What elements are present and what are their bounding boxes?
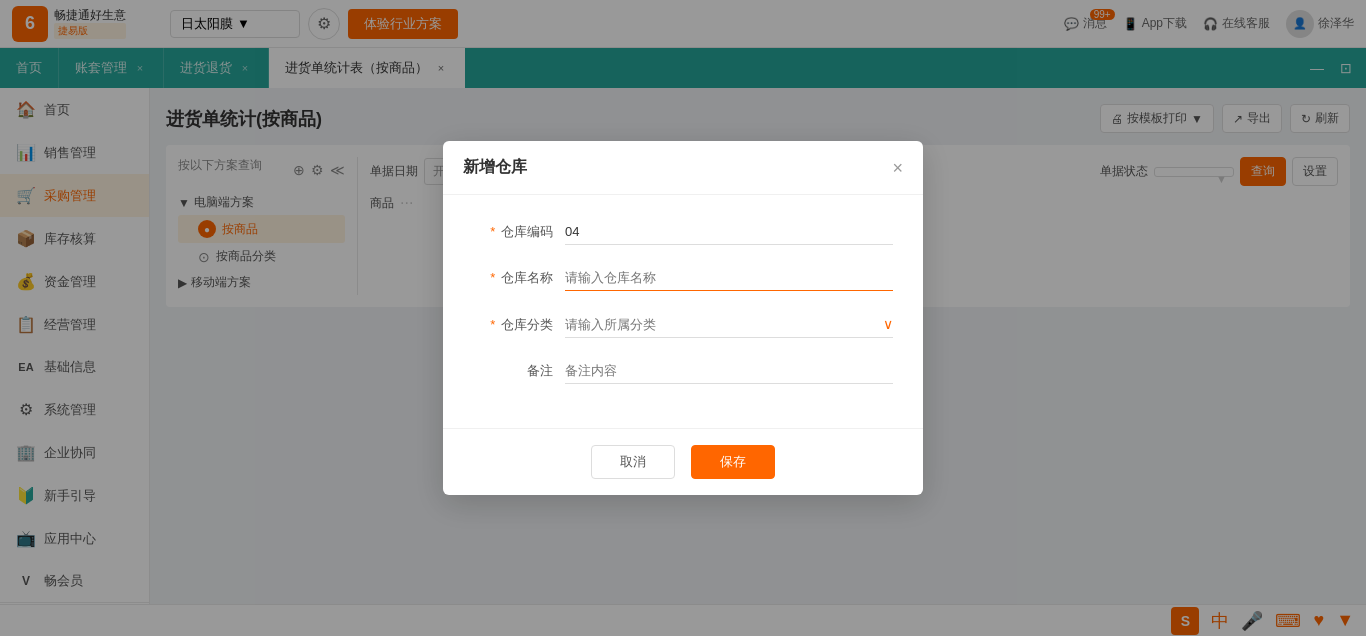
category-dropdown-arrow[interactable]: ∨ bbox=[883, 316, 893, 332]
form-row-code: * 仓库编码 bbox=[473, 219, 893, 245]
modal-body: * 仓库编码 * 仓库名称 * 仓库分类 ∨ bbox=[443, 195, 923, 428]
new-warehouse-modal: 新增仓库 × * 仓库编码 * 仓库名称 * 仓库分类 bbox=[443, 141, 923, 495]
form-row-remark: 备注 bbox=[473, 358, 893, 384]
save-button[interactable]: 保存 bbox=[691, 445, 775, 479]
modal-header: 新增仓库 × bbox=[443, 141, 923, 195]
form-row-category: * 仓库分类 ∨ bbox=[473, 311, 893, 338]
code-label: * 仓库编码 bbox=[473, 223, 553, 241]
name-label: * 仓库名称 bbox=[473, 269, 553, 287]
category-select[interactable]: ∨ bbox=[565, 311, 893, 338]
remark-input[interactable] bbox=[565, 358, 893, 384]
warehouse-code-input[interactable] bbox=[565, 219, 893, 245]
category-label: * 仓库分类 bbox=[473, 316, 553, 334]
warehouse-name-input[interactable] bbox=[565, 265, 893, 291]
remark-label: 备注 bbox=[473, 362, 553, 380]
modal-close-button[interactable]: × bbox=[892, 159, 903, 177]
category-input[interactable] bbox=[565, 317, 883, 332]
modal-title: 新增仓库 bbox=[463, 157, 527, 178]
form-row-name: * 仓库名称 bbox=[473, 265, 893, 291]
cancel-button[interactable]: 取消 bbox=[591, 445, 675, 479]
modal-footer: 取消 保存 bbox=[443, 428, 923, 495]
